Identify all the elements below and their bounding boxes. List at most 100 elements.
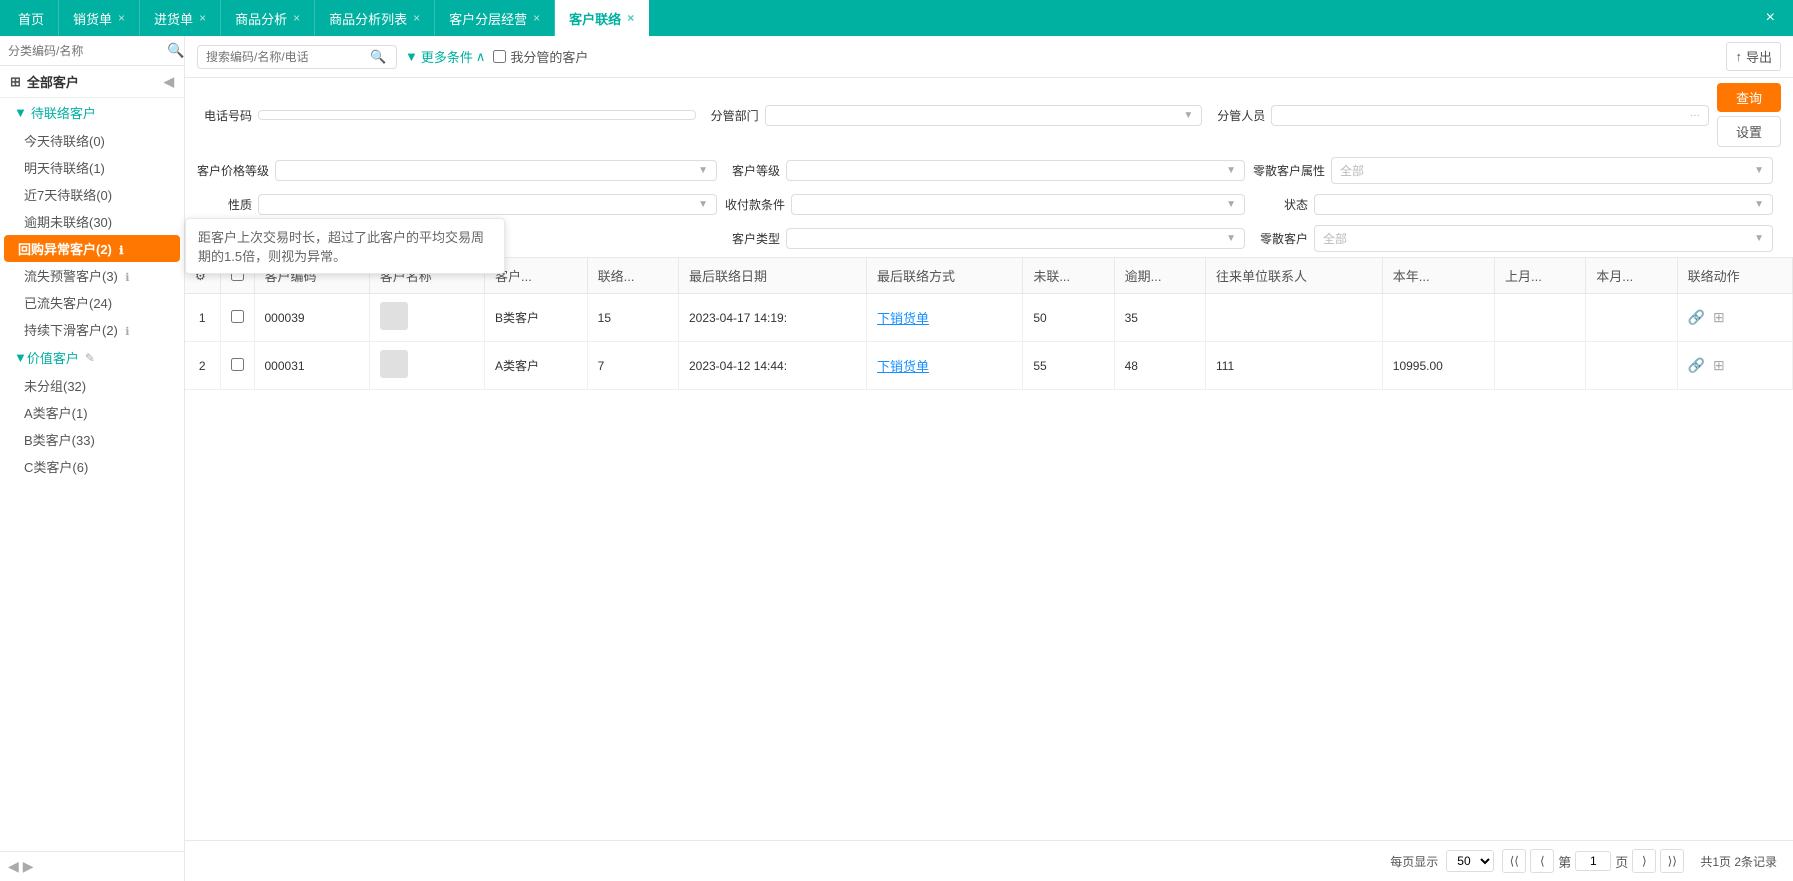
nav-customer-contact[interactable]: 客户联络 ×	[555, 0, 649, 36]
nav-customer-segmentation-close[interactable]: ×	[533, 11, 540, 25]
sidebar-item-ungrouped[interactable]: 未分组(32)	[0, 372, 184, 399]
next-page-btn[interactable]: ⟩	[1632, 849, 1656, 873]
first-page-btn[interactable]: ⟨⟨	[1502, 849, 1526, 873]
nav-purchase-order-close[interactable]: ×	[199, 11, 206, 25]
col-last-contact-method[interactable]: 最后联络方式	[867, 258, 1023, 294]
col-last-month[interactable]: 上月...	[1494, 258, 1585, 294]
info-icon2: ℹ	[125, 272, 129, 284]
per-page-select[interactable]: 50	[1446, 850, 1494, 872]
col-unit-contact[interactable]: 往来单位联系人	[1205, 258, 1382, 294]
sidebar-item-overdue-uncontacted[interactable]: 逾期未联络(30)	[0, 208, 184, 235]
nav-product-analysis-list-close[interactable]: ×	[413, 11, 420, 25]
nav-customer-segmentation[interactable]: 客户分层经营 ×	[435, 0, 555, 36]
dept-select[interactable]: ▼	[765, 105, 1203, 126]
chevron-down-icon: ∧	[476, 49, 486, 65]
retail-customers-select[interactable]: 全部 ▼	[1314, 225, 1773, 252]
sidebar-right-nav-icon[interactable]: ▶	[23, 858, 34, 875]
nav-sales-order[interactable]: 销货单 ×	[59, 0, 140, 36]
col-last-contact-date[interactable]: 最后联络日期	[678, 258, 866, 294]
sidebar-item-c-class[interactable]: C类客户(6)	[0, 453, 184, 480]
sidebar-value-group[interactable]: ▼ 价值客户 ✎	[0, 343, 184, 372]
value-group-edit-icon[interactable]: ✎	[85, 351, 95, 365]
row-2-link-icon[interactable]: 🔗	[1688, 357, 1705, 374]
nav-home[interactable]: 首页	[8, 0, 59, 36]
query-button[interactable]: 查询	[1717, 83, 1781, 112]
row-2-avatar	[380, 350, 408, 378]
row-1-this-month	[1586, 294, 1677, 342]
row-1-overdue: 35	[1114, 294, 1205, 342]
nav-customer-contact-close[interactable]: ×	[627, 11, 634, 25]
phone-select[interactable]	[258, 110, 696, 120]
price-level-label: 客户价格等级	[197, 162, 269, 179]
main-search-box: 🔍	[197, 45, 397, 69]
row-1-last-contact-date: 2023-04-17 14:19:	[678, 294, 866, 342]
sidebar-item-tomorrow-pending[interactable]: 明天待联络(1)	[0, 154, 184, 181]
row-2-checkbox	[220, 342, 254, 390]
row-2-action-icons: 🔗 ⊞	[1688, 357, 1782, 374]
retail-attr-select[interactable]: 全部 ▼	[1331, 157, 1773, 184]
retail-attr-filter: 零散客户属性 全部 ▼	[1253, 157, 1773, 184]
table-row: 1 000039 B类客户 15 2023-04-17 14:19: 下销货单	[185, 294, 1793, 342]
sidebar-item-a-class[interactable]: A类客户(1)	[0, 399, 184, 426]
col-this-month[interactable]: 本月...	[1586, 258, 1677, 294]
nav-product-analysis[interactable]: 商品分析 ×	[221, 0, 315, 36]
row-2-overdue: 48	[1114, 342, 1205, 390]
nav-purchase-order[interactable]: 进货单 ×	[140, 0, 221, 36]
more-conditions-btn[interactable]: ▼ 更多条件 ∧	[405, 47, 485, 66]
my-customers-filter: 我分管的客户	[493, 47, 588, 66]
row-2-action: 🔗 ⊞	[1677, 342, 1792, 390]
customer-type-select[interactable]: ▼	[786, 228, 1245, 249]
sidebar-pending-group[interactable]: ▼ 待联络客户	[0, 98, 184, 127]
sidebar-search-icon[interactable]: 🔍	[167, 42, 184, 59]
nav-sales-order-close[interactable]: ×	[118, 11, 125, 25]
col-overdue[interactable]: 逾期...	[1114, 258, 1205, 294]
keep-decline-label: 持续下滑客户(2)	[24, 323, 118, 338]
data-table: ⚙ 客户编码 客户名称 客户...	[185, 258, 1793, 390]
row-1-grid-icon[interactable]: ⊞	[1713, 309, 1725, 326]
my-customers-checkbox[interactable]	[493, 50, 506, 63]
prev-page-btn[interactable]: ⟨	[1530, 849, 1554, 873]
sidebar-left-nav-icon[interactable]: ◀	[8, 858, 19, 875]
row-1-contact-method-link[interactable]: 下销货单	[877, 311, 929, 326]
sidebar-item-repurchase-abnormal[interactable]: 回购异常客户(2) ℹ	[4, 235, 180, 262]
payment-select[interactable]: ▼	[791, 194, 1245, 215]
status-filter: 状态 ▼	[1253, 194, 1773, 215]
status-select[interactable]: ▼	[1314, 194, 1773, 215]
main-search-icon[interactable]: 🔍	[370, 49, 386, 65]
export-button[interactable]: ↑ 导出	[1726, 42, 1781, 71]
filter-actions: 查询 设置	[1717, 83, 1781, 147]
row-2-grid-icon[interactable]: ⊞	[1713, 357, 1725, 374]
row-1-checkbox	[220, 294, 254, 342]
nav-product-analysis-list[interactable]: 商品分析列表 ×	[315, 0, 435, 36]
customer-level-select[interactable]: ▼	[786, 160, 1245, 181]
window-close-button[interactable]: ×	[1756, 9, 1785, 27]
row-2-select-checkbox[interactable]	[231, 358, 244, 371]
sidebar-item-7day-pending[interactable]: 近7天待联络(0)	[0, 181, 184, 208]
status-chevron-icon: ▼	[1754, 199, 1764, 210]
nav-home-label: 首页	[18, 9, 44, 28]
page-number-input[interactable]	[1575, 851, 1611, 871]
price-level-select[interactable]: ▼	[275, 160, 717, 181]
gender-select[interactable]: ▼	[258, 194, 717, 215]
sidebar-item-b-class[interactable]: B类客户(33)	[0, 426, 184, 453]
main-search-input[interactable]	[206, 50, 366, 64]
col-contact-count[interactable]: 联络...	[587, 258, 678, 294]
sidebar-item-already-lost[interactable]: 已流失客户(24)	[0, 289, 184, 316]
col-this-year[interactable]: 本年...	[1382, 258, 1494, 294]
sidebar-item-today-pending[interactable]: 今天待联络(0)	[0, 127, 184, 154]
row-1-link-icon[interactable]: 🔗	[1688, 309, 1705, 326]
retail-customers-chevron-icon: ▼	[1754, 233, 1764, 244]
nav-product-analysis-close[interactable]: ×	[293, 11, 300, 25]
last-page-btn[interactable]: ⟩⟩	[1660, 849, 1684, 873]
collapse-arrow-icon[interactable]: ◀	[164, 74, 174, 90]
person-select[interactable]: ···	[1271, 105, 1709, 126]
sidebar-all-customers-header[interactable]: ⊞ 全部客户 ◀	[0, 66, 184, 98]
sidebar-item-lost-potential[interactable]: 流失预警客户(3) ℹ	[0, 262, 184, 289]
sidebar-search-input[interactable]	[8, 44, 163, 58]
set-button[interactable]: 设置	[1717, 116, 1781, 147]
col-no-contact[interactable]: 未联...	[1023, 258, 1114, 294]
row-1-select-checkbox[interactable]	[231, 310, 244, 323]
sidebar-item-keep-decline[interactable]: 持续下滑客户(2) ℹ	[0, 316, 184, 343]
row-1-contact-count: 15	[587, 294, 678, 342]
row-2-contact-method-link[interactable]: 下销货单	[877, 359, 929, 374]
